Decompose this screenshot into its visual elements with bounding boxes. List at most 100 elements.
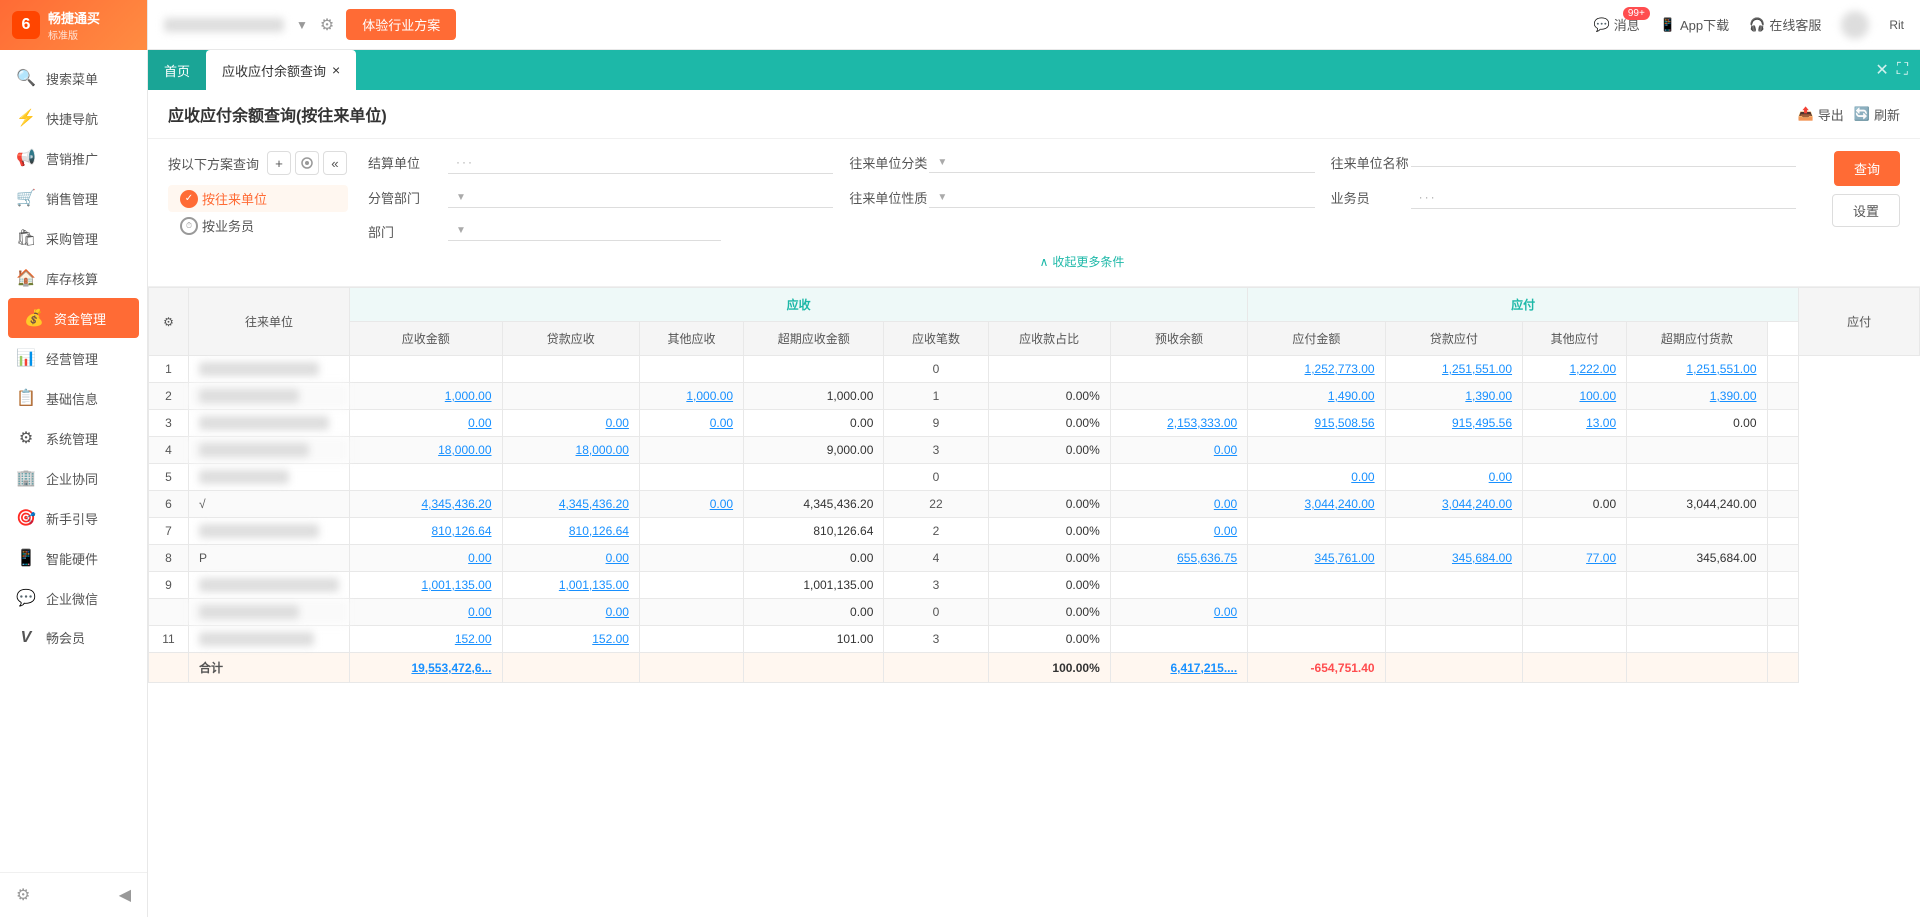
ap-other[interactable]: 13.00	[1523, 410, 1627, 437]
export-button[interactable]: 📤 导出	[1798, 105, 1844, 124]
filter-unit-category: 往来单位分类 ▼	[849, 151, 1314, 174]
guide-icon: 🎯	[16, 508, 36, 528]
ap-amount[interactable]: 3,044,240.00	[1248, 491, 1385, 518]
ap-loan[interactable]: 0.00	[1385, 464, 1522, 491]
ar-prepaid[interactable]: 0.00	[1110, 491, 1247, 518]
ap-other[interactable]: 1,222.00	[1523, 356, 1627, 383]
ap-loan[interactable]: 1,251,551.00	[1385, 356, 1522, 383]
ar-prepaid[interactable]: 655,636.75	[1110, 545, 1247, 572]
unit-nature-input[interactable]: ▼	[929, 188, 1314, 208]
ap-extra	[1767, 572, 1799, 599]
ap-amount[interactable]: 1,490.00	[1248, 383, 1385, 410]
ar-other[interactable]: 1,000.00	[639, 383, 743, 410]
tab-home[interactable]: 首页	[148, 50, 206, 90]
ap-amount[interactable]: 1,252,773.00	[1248, 356, 1385, 383]
sidebar-item-basic[interactable]: 📋 基础信息	[0, 378, 147, 418]
sidebar-item-operations[interactable]: 📊 经营管理	[0, 338, 147, 378]
ar-loan[interactable]: 152.00	[502, 626, 639, 653]
ap-loan[interactable]: 915,495.56	[1385, 410, 1522, 437]
sidebar-item-corp[interactable]: 🏢 企业协同	[0, 458, 147, 498]
sidebar-item-member[interactable]: V 畅会员	[0, 618, 147, 657]
tab-ar-ap[interactable]: 应收应付余额查询 ×	[206, 50, 356, 90]
ap-loan[interactable]: 1,390.00	[1385, 383, 1522, 410]
filter-option-salesperson[interactable]: ⏱ 按业务员	[168, 212, 348, 239]
ar-amount[interactable]: 4,345,436.20	[350, 491, 503, 518]
trial-button[interactable]: 体验行业方案	[346, 9, 456, 40]
ar-loan[interactable]: 810,126.64	[502, 518, 639, 545]
ar-amount[interactable]: 810,126.64	[350, 518, 503, 545]
ar-ratio: 0.00%	[988, 599, 1110, 626]
ap-overdue[interactable]: 1,251,551.00	[1627, 356, 1767, 383]
ap-amount[interactable]: 0.00	[1248, 464, 1385, 491]
table-area[interactable]: ⚙ 往来单位 应收 应付 应付 应收金额 贷款应收 其他应收 超期应收金额 应收…	[148, 287, 1920, 917]
settings-col-header[interactable]: ⚙	[149, 288, 189, 356]
sidebar-item-purchase[interactable]: 🛍 采购管理	[0, 218, 147, 258]
dropdown-arrow-icon[interactable]: ▼	[296, 18, 308, 32]
dept-input[interactable]: ▼	[448, 188, 833, 208]
ar-amount[interactable]: 1,000.00	[350, 383, 503, 410]
collapse-icon[interactable]: ◀	[119, 885, 131, 905]
sidebar-item-wechat[interactable]: 💬 企业微信	[0, 578, 147, 618]
ar-amount[interactable]: 1,001,135.00	[350, 572, 503, 599]
column-settings-icon[interactable]: ⚙	[163, 315, 174, 329]
salesperson-input[interactable]: ···	[1411, 186, 1796, 209]
ar-prepaid[interactable]: 2,153,333.00	[1110, 410, 1247, 437]
unit-category-input[interactable]: ▼	[929, 153, 1314, 173]
refresh-button[interactable]: 🔄 刷新	[1854, 105, 1900, 124]
settlement-unit-input[interactable]: ···	[448, 151, 833, 174]
ar-loan[interactable]: 1,001,135.00	[502, 572, 639, 599]
sidebar-item-inventory[interactable]: 🏠 库存核算	[0, 258, 147, 298]
sub-dept-input[interactable]: ▼	[448, 221, 721, 241]
ap-amount[interactable]: 345,761.00	[1248, 545, 1385, 572]
edit-scheme-button[interactable]	[295, 151, 319, 175]
settings-gear-icon[interactable]: ⚙	[320, 15, 334, 35]
ar-loan[interactable]: 0.00	[502, 599, 639, 626]
ar-prepaid[interactable]: 0.00	[1110, 437, 1247, 464]
app-download-button[interactable]: 📱 App下载	[1660, 15, 1729, 34]
sidebar-item-search[interactable]: 🔍 搜索菜单	[0, 58, 147, 98]
ap-other[interactable]: 77.00	[1523, 545, 1627, 572]
user-avatar[interactable]	[1841, 11, 1869, 39]
sidebar-item-finance[interactable]: 💰 资金管理	[8, 298, 139, 338]
ar-amount[interactable]: 0.00	[350, 599, 503, 626]
ap-amount[interactable]: 915,508.56	[1248, 410, 1385, 437]
ar-amount[interactable]: 152.00	[350, 626, 503, 653]
ap-loan[interactable]: 345,684.00	[1385, 545, 1522, 572]
ar-prepaid[interactable]: 0.00	[1110, 599, 1247, 626]
ar-other[interactable]: 0.00	[639, 491, 743, 518]
service-button[interactable]: 🎧 在线客服	[1749, 15, 1821, 34]
filter-option-company[interactable]: ✓ 按往来单位	[168, 185, 348, 212]
collapse-scheme-button[interactable]: «	[323, 151, 347, 175]
setting-button[interactable]: 设置	[1832, 194, 1900, 227]
footer-ar-amount[interactable]: 19,553,472,6...	[350, 653, 503, 683]
sidebar-item-guide[interactable]: 🎯 新手引导	[0, 498, 147, 538]
ar-loan[interactable]: 4,345,436.20	[502, 491, 639, 518]
ar-amount[interactable]: 18,000.00	[350, 437, 503, 464]
sidebar-item-quick[interactable]: ⚡ 快捷导航	[0, 98, 147, 138]
sidebar-item-system[interactable]: ⚙ 系统管理	[0, 418, 147, 458]
footer-ar-prepaid[interactable]: 6,417,215....	[1110, 653, 1247, 683]
ar-loan[interactable]: 0.00	[502, 410, 639, 437]
maximize-window-icon[interactable]: ⛶	[1897, 61, 1908, 79]
ar-loan[interactable]: 0.00	[502, 545, 639, 572]
ap-loan[interactable]: 3,044,240.00	[1385, 491, 1522, 518]
collapse-more-button[interactable]: ∧ 收起更多条件	[1040, 253, 1125, 270]
sidebar-item-marketing[interactable]: 📢 营销推广	[0, 138, 147, 178]
close-window-icon[interactable]: ✕	[1875, 60, 1888, 80]
ar-loan[interactable]: 18,000.00	[502, 437, 639, 464]
ap-other[interactable]: 100.00	[1523, 383, 1627, 410]
tab-close-icon[interactable]: ×	[332, 63, 340, 77]
query-button[interactable]: 查询	[1834, 151, 1900, 186]
ar-other[interactable]: 0.00	[639, 410, 743, 437]
ar-amount[interactable]: 0.00	[350, 545, 503, 572]
ap-overdue[interactable]: 1,390.00	[1627, 383, 1767, 410]
unit-name-input[interactable]	[1411, 158, 1796, 167]
ar-amount[interactable]: 0.00	[350, 410, 503, 437]
ar-prepaid[interactable]: 0.00	[1110, 518, 1247, 545]
user-name[interactable]: Rit	[1889, 18, 1904, 32]
message-button[interactable]: 💬 消息 99+	[1594, 15, 1640, 34]
sidebar-item-hardware[interactable]: 📱 智能硬件	[0, 538, 147, 578]
sidebar-item-sales[interactable]: 🛒 销售管理	[0, 178, 147, 218]
add-scheme-button[interactable]: +	[267, 151, 291, 175]
settings-icon[interactable]: ⚙	[16, 885, 30, 905]
